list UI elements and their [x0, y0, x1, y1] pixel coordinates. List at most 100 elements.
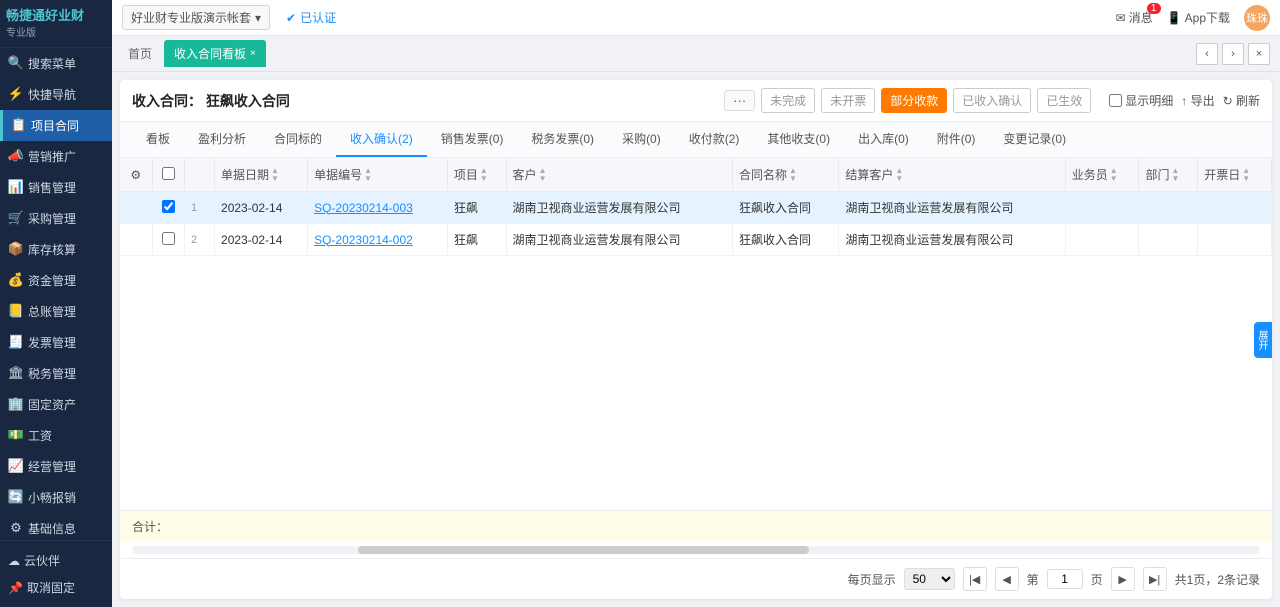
- tab-payment[interactable]: 收付款(2): [675, 122, 754, 157]
- tab-revenue-confirm[interactable]: 收入确认(2): [336, 122, 427, 157]
- row-bill-no-cell[interactable]: SQ-20230214-003: [308, 192, 448, 224]
- sidebar-item-总账管理[interactable]: 📒总账管理: [0, 296, 112, 327]
- more-button[interactable]: ···: [724, 90, 755, 111]
- topbar: 好业财专业版演示帐套 ▾ ✔ 已认证 ✉ 1 消息 📱 App下载: [112, 0, 1280, 36]
- sidebar-item-label: 快捷导航: [28, 86, 76, 103]
- date-column-header[interactable]: 单据日期 ▲▼: [215, 158, 308, 192]
- page-actions: ··· 未完成 未开票 部分收款 已收入确认 已生效: [724, 88, 1091, 113]
- result-customer-column-header[interactable]: 结算客户 ▲▼: [839, 158, 1065, 192]
- table-row[interactable]: 2 2023-02-14 SQ-20230214-002 狂飙 湖南卫视商业运营…: [120, 224, 1272, 256]
- checkbox-column-header[interactable]: [152, 158, 185, 192]
- prev-page-button[interactable]: ◀: [995, 567, 1019, 591]
- export-button[interactable]: ↑ 导出: [1181, 92, 1214, 109]
- row-checkbox[interactable]: [162, 200, 175, 213]
- row-checkbox-cell[interactable]: [152, 224, 185, 256]
- breadcrumb-home[interactable]: 首页: [122, 41, 158, 66]
- salesperson-column-header[interactable]: 业务员 ▲▼: [1065, 158, 1139, 192]
- sidebar-item-项目合同[interactable]: 📋项目合同: [0, 110, 112, 141]
- user-action[interactable]: 珠珠: [1244, 5, 1270, 31]
- sidebar-icon: 🛒: [8, 210, 24, 226]
- customer-column-header[interactable]: 客户 ▲▼: [506, 158, 732, 192]
- sidebar-item-固定资产[interactable]: 🏢固定资产: [0, 389, 112, 420]
- scrollbar-thumb[interactable]: [358, 546, 809, 554]
- sidebar-item-发票管理[interactable]: 🧾发票管理: [0, 327, 112, 358]
- status-incomplete-button[interactable]: 未完成: [761, 88, 815, 113]
- open-date-column-header[interactable]: 开票日 ▲▼: [1198, 158, 1272, 192]
- close-icon[interactable]: ×: [250, 48, 256, 59]
- tab-purchase[interactable]: 采购(0): [608, 122, 675, 157]
- sidebar-item-经营管理[interactable]: 📈经营管理: [0, 451, 112, 482]
- sidebar-icon: 💰: [8, 272, 24, 288]
- logo-text: 畅捷通好业财: [6, 8, 106, 24]
- table-footer: 合计：: [120, 510, 1272, 542]
- company-selector[interactable]: 好业财专业版演示帐套 ▾: [122, 5, 270, 30]
- sidebar-item-小畅报销[interactable]: 🔄小畅报销: [0, 482, 112, 513]
- sidebar-icon: 📋: [11, 117, 27, 133]
- row-bill-no-cell[interactable]: SQ-20230214-002: [308, 224, 448, 256]
- sidebar-item-label: 库存核算: [28, 241, 76, 258]
- tab-attachment[interactable]: 附件(0): [923, 122, 990, 157]
- content-area: 收入合同： 狂飙收入合同 ··· 未完成 未开票 部分收款 已收入确认 已生效 …: [120, 80, 1272, 599]
- bill-no-column-header[interactable]: 单据编号 ▲▼: [308, 158, 448, 192]
- page-label-post: 页: [1091, 571, 1103, 588]
- status-uninvoiced-button[interactable]: 未开票: [821, 88, 875, 113]
- row-gear-cell[interactable]: [120, 192, 152, 224]
- sidebar-bottom-cloud[interactable]: ☁ 云伙伴: [8, 547, 104, 574]
- select-all-checkbox[interactable]: [162, 167, 175, 180]
- sidebar-bottom-unpin[interactable]: 📌 取消固定: [8, 574, 104, 601]
- tab-tax-invoice[interactable]: 税务发票(0): [517, 122, 608, 157]
- sidebar-item-资金管理[interactable]: 💰资金管理: [0, 265, 112, 296]
- gear-column-header[interactable]: ⚙: [120, 158, 152, 192]
- status-partial-button[interactable]: 部分收款: [881, 88, 947, 113]
- sidebar-item-工资[interactable]: 💵工资: [0, 420, 112, 451]
- last-page-button[interactable]: ▶|: [1143, 567, 1167, 591]
- sidebar-item-label: 发票管理: [28, 334, 76, 351]
- table-row[interactable]: 1 2023-02-14 SQ-20230214-003 狂飙 湖南卫视商业运营…: [120, 192, 1272, 224]
- app-download-action[interactable]: 📱 App下载: [1167, 9, 1230, 26]
- message-action[interactable]: ✉ 1 消息: [1116, 9, 1153, 26]
- row-gear-cell[interactable]: [120, 224, 152, 256]
- status-effective-button[interactable]: 已生效: [1037, 88, 1091, 113]
- per-page-label: 每页显示: [848, 571, 896, 588]
- sidebar-item-营销推广[interactable]: 📣营销推广: [0, 141, 112, 172]
- tab-next-button[interactable]: ›: [1222, 43, 1244, 65]
- tab-changes[interactable]: 变更记录(0): [989, 122, 1080, 157]
- show-detail-checkbox[interactable]: 显示明细: [1109, 92, 1173, 109]
- page-input[interactable]: [1047, 569, 1083, 589]
- department-column-header[interactable]: 部门 ▲▼: [1139, 158, 1198, 192]
- tab-contracts[interactable]: 收入合同看板 ×: [164, 40, 266, 67]
- sidebar-item-库存核算[interactable]: 📦库存核算: [0, 234, 112, 265]
- sidebar-item-税务管理[interactable]: 🏛税务管理: [0, 358, 112, 389]
- first-page-button[interactable]: |◀: [963, 567, 987, 591]
- tab-kanban[interactable]: 看板: [132, 122, 184, 157]
- row-checkbox[interactable]: [162, 232, 175, 245]
- tab-contract-subject[interactable]: 合同标的: [260, 122, 336, 157]
- sidebar-item-销售管理[interactable]: 📊销售管理: [0, 172, 112, 203]
- tab-warehouse[interactable]: 出入库(0): [844, 122, 923, 157]
- status-confirmed-button[interactable]: 已收入确认: [953, 88, 1031, 113]
- tab-profit[interactable]: 盈利分析: [184, 122, 260, 157]
- refresh-button[interactable]: ↻ 刷新: [1223, 92, 1260, 109]
- table-container[interactable]: ⚙ 单据日期 ▲▼: [120, 158, 1272, 510]
- check-icon: ✔: [286, 11, 296, 25]
- tab-prev-button[interactable]: ‹: [1196, 43, 1218, 65]
- project-column-header[interactable]: 项目 ▲▼: [447, 158, 506, 192]
- row-checkbox-cell[interactable]: [152, 192, 185, 224]
- topbar-right: ✉ 1 消息 📱 App下载 珠珠: [1116, 5, 1270, 31]
- next-page-button[interactable]: ▶: [1111, 567, 1135, 591]
- show-detail-input[interactable]: [1109, 94, 1122, 107]
- sidebar-item-快捷导航[interactable]: ⚡快捷导航: [0, 79, 112, 110]
- sidebar-item-搜索菜单[interactable]: 🔍搜索菜单: [0, 48, 112, 79]
- right-sidebar-toggle[interactable]: 展开: [1254, 322, 1272, 358]
- contract-column-header[interactable]: 合同名称 ▲▼: [732, 158, 838, 192]
- sidebar-item-采购管理[interactable]: 🛒采购管理: [0, 203, 112, 234]
- tab-close-button[interactable]: ×: [1248, 43, 1270, 65]
- horizontal-scrollbar[interactable]: [132, 546, 1260, 554]
- tab-sales-invoice[interactable]: 销售发票(0): [427, 122, 518, 157]
- table-header-row: ⚙ 单据日期 ▲▼: [120, 158, 1272, 192]
- sidebar-item-基础信息[interactable]: ⚙基础信息: [0, 513, 112, 540]
- row-department-cell: [1139, 192, 1198, 224]
- tab-other-income[interactable]: 其他收支(0): [753, 122, 844, 157]
- row-open-date-cell: [1198, 224, 1272, 256]
- per-page-select[interactable]: 20 50 100: [904, 568, 955, 590]
